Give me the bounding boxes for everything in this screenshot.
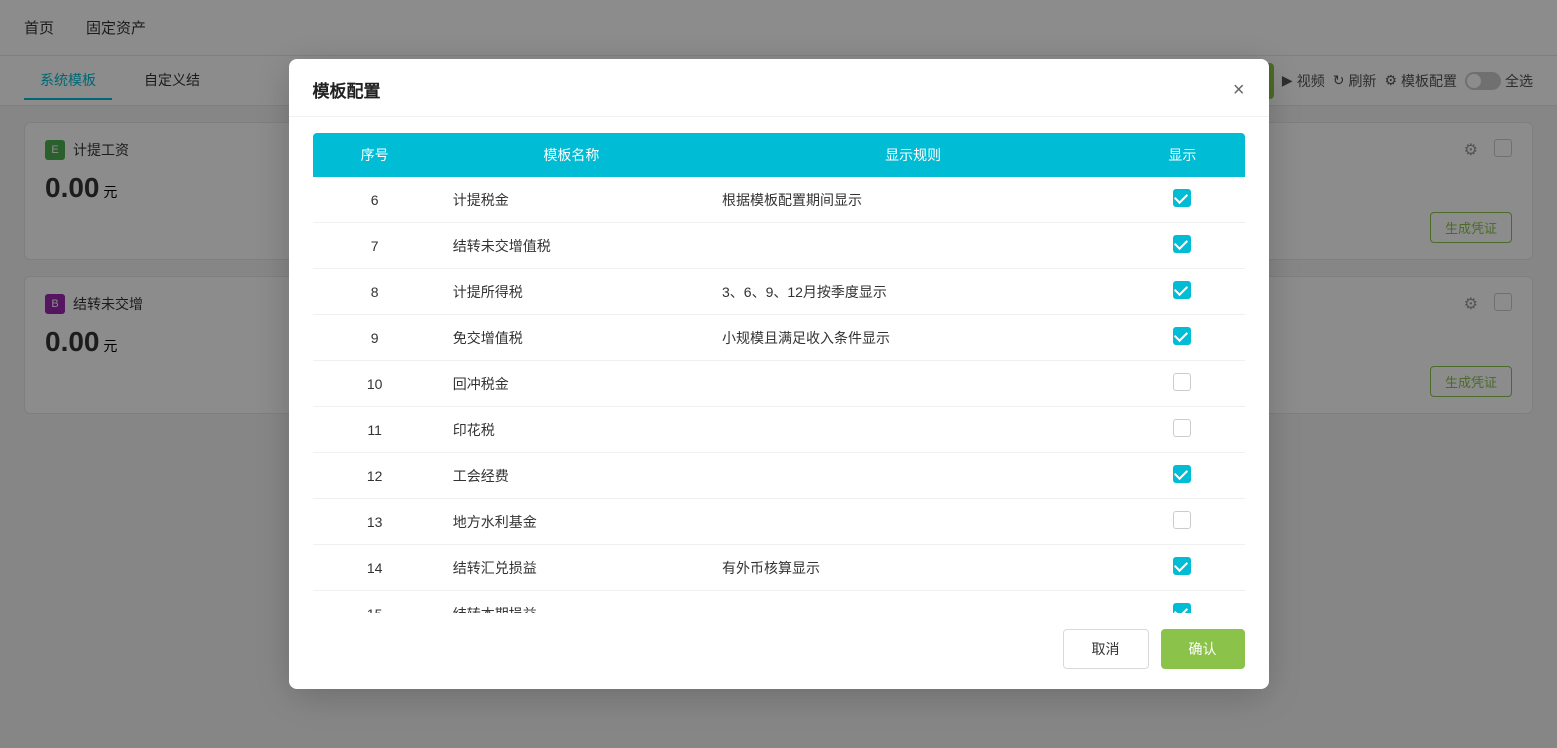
row-index: 12 [313,453,437,499]
checkbox-15[interactable] [1173,603,1191,613]
checkbox-10[interactable] [1173,373,1191,391]
row-checkbox[interactable] [1120,361,1244,407]
row-index: 7 [313,223,437,269]
row-checkbox[interactable] [1120,177,1244,223]
row-checkbox[interactable] [1120,269,1244,315]
template-config-modal: 模板配置 × 序号 模板名称 显示规则 显示 6 计提税金 根据模板配置期间显示 [289,59,1269,689]
row-name: 结转汇兑损益 [437,545,706,591]
row-rule: 根据模板配置期间显示 [706,177,1120,223]
row-name: 工会经费 [437,453,706,499]
table-body: 6 计提税金 根据模板配置期间显示 7 结转未交增值税 8 计提所得税 3、6、… [313,177,1245,613]
col-name: 模板名称 [437,133,706,177]
modal-title: 模板配置 [313,77,381,102]
table-row: 13 地方水利基金 [313,499,1245,545]
row-index: 9 [313,315,437,361]
row-index: 15 [313,591,437,614]
row-rule [706,591,1120,614]
row-checkbox[interactable] [1120,453,1244,499]
checkbox-8[interactable] [1173,281,1191,299]
row-checkbox[interactable] [1120,499,1244,545]
row-rule [706,361,1120,407]
table-row: 7 结转未交增值税 [313,223,1245,269]
row-rule: 3、6、9、12月按季度显示 [706,269,1120,315]
row-rule: 小规模且满足收入条件显示 [706,315,1120,361]
table-row: 6 计提税金 根据模板配置期间显示 [313,177,1245,223]
row-index: 14 [313,545,437,591]
row-checkbox[interactable] [1120,407,1244,453]
checkbox-14[interactable] [1173,557,1191,575]
row-index: 11 [313,407,437,453]
row-index: 8 [313,269,437,315]
table-header-row: 序号 模板名称 显示规则 显示 [313,133,1245,177]
row-checkbox[interactable] [1120,315,1244,361]
checkbox-6[interactable] [1173,189,1191,207]
row-rule: 有外币核算显示 [706,545,1120,591]
table-row: 15 结转本期损益 [313,591,1245,614]
row-name: 结转本期损益 [437,591,706,614]
row-name: 印花税 [437,407,706,453]
row-checkbox[interactable] [1120,591,1244,614]
checkbox-11[interactable] [1173,419,1191,437]
checkbox-9[interactable] [1173,327,1191,345]
col-show: 显示 [1120,133,1244,177]
modal-body: 序号 模板名称 显示规则 显示 6 计提税金 根据模板配置期间显示 7 结转未交… [289,117,1269,613]
row-name: 免交增值税 [437,315,706,361]
row-checkbox[interactable] [1120,545,1244,591]
row-rule [706,499,1120,545]
row-rule [706,223,1120,269]
table-row: 9 免交增值税 小规模且满足收入条件显示 [313,315,1245,361]
row-index: 13 [313,499,437,545]
table-row: 14 结转汇兑损益 有外币核算显示 [313,545,1245,591]
table-row: 8 计提所得税 3、6、9、12月按季度显示 [313,269,1245,315]
row-index: 10 [313,361,437,407]
row-name: 结转未交增值税 [437,223,706,269]
modal-footer: 取消 确认 [289,613,1269,689]
row-name: 计提所得税 [437,269,706,315]
col-index: 序号 [313,133,437,177]
col-rule: 显示规则 [706,133,1120,177]
modal-header: 模板配置 × [289,59,1269,117]
row-name: 计提税金 [437,177,706,223]
row-name: 地方水利基金 [437,499,706,545]
modal-close-button[interactable]: × [1233,80,1245,100]
table-scroll[interactable]: 序号 模板名称 显示规则 显示 6 计提税金 根据模板配置期间显示 7 结转未交… [313,133,1245,613]
row-name: 回冲税金 [437,361,706,407]
row-checkbox[interactable] [1120,223,1244,269]
cancel-button[interactable]: 取消 [1063,629,1149,669]
row-index: 6 [313,177,437,223]
row-rule [706,453,1120,499]
config-table: 序号 模板名称 显示规则 显示 6 计提税金 根据模板配置期间显示 7 结转未交… [313,133,1245,613]
checkbox-12[interactable] [1173,465,1191,483]
checkbox-7[interactable] [1173,235,1191,253]
checkbox-13[interactable] [1173,511,1191,529]
table-row: 11 印花税 [313,407,1245,453]
table-row: 12 工会经费 [313,453,1245,499]
row-rule [706,407,1120,453]
table-row: 10 回冲税金 [313,361,1245,407]
confirm-button[interactable]: 确认 [1161,629,1245,669]
